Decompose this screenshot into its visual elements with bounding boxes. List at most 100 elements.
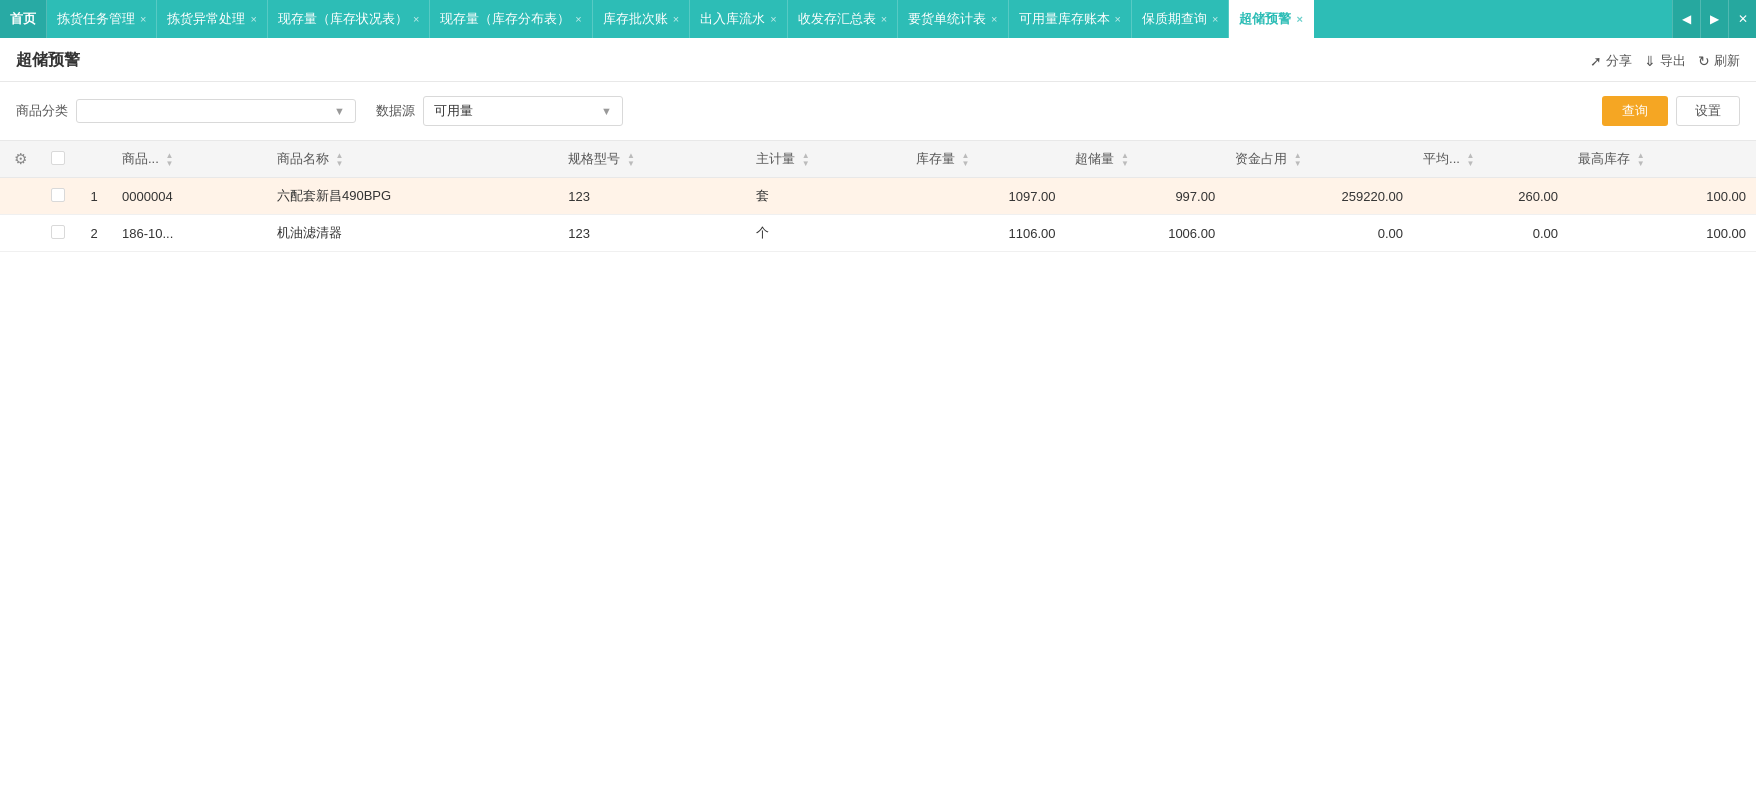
query-button[interactable]: 查询 (1602, 96, 1668, 126)
nav-tab-10[interactable]: 保质期查询 × (1132, 0, 1229, 38)
close-icon[interactable]: × (140, 13, 146, 25)
row-product-code: 0000004 (112, 178, 267, 215)
row-product-code: 186-10... (112, 215, 267, 252)
sort-icon: ▲▼ (961, 152, 969, 168)
tab-label: 可用量库存账本 (1019, 10, 1110, 28)
sort-icon: ▲▼ (1294, 152, 1302, 168)
filter-actions: 查询 设置 (1602, 96, 1740, 126)
nav-tab-1[interactable]: 拣货任务管理 × (47, 0, 157, 38)
unit-col-header[interactable]: 主计量 ▲▼ (746, 141, 906, 178)
row-stock: 1097.00 (906, 178, 1066, 215)
export-label: 导出 (1660, 52, 1686, 70)
settings-button[interactable]: 设置 (1676, 96, 1740, 126)
tab-label: 拣货异常处理 (167, 10, 245, 28)
sort-icon: ▲▼ (1121, 152, 1129, 168)
nav-next-button[interactable]: ▶ (1700, 0, 1728, 38)
row-unit: 套 (746, 178, 906, 215)
close-icon[interactable]: × (991, 13, 997, 25)
nav-tab-4[interactable]: 现存量（库存分布表） × (430, 0, 592, 38)
share-label: 分享 (1606, 52, 1632, 70)
row-capital: 259220.00 (1225, 178, 1413, 215)
table-header-row: ⚙ 商品... ▲▼ 商品名称 ▲▼ 规格型号 (0, 141, 1756, 178)
tab-label: 出入库流水 (700, 10, 765, 28)
nav-tab-3[interactable]: 现存量（库存状况表） × (268, 0, 430, 38)
nav-arrow-group: ◀ ▶ ✕ (1672, 0, 1756, 38)
sort-icon: ▲▼ (336, 152, 344, 168)
close-icon[interactable]: × (413, 13, 419, 25)
close-icon[interactable]: × (575, 13, 581, 25)
row-max-stock: 100.00 (1568, 215, 1756, 252)
select-all-checkbox[interactable] (51, 151, 65, 165)
row-index: 2 (76, 215, 112, 252)
col-label: 最高库存 (1578, 151, 1630, 166)
sort-icon: ▲▼ (627, 152, 635, 168)
close-icon[interactable]: × (673, 13, 679, 25)
sort-icon: ▲▼ (165, 152, 173, 168)
row-capital: 0.00 (1225, 215, 1413, 252)
tab-label: 现存量（库存分布表） (440, 10, 570, 28)
row-settings-cell (0, 178, 40, 215)
sort-icon: ▲▼ (802, 152, 810, 168)
nav-tab-8[interactable]: 要货单统计表 × (898, 0, 1008, 38)
col-label: 规格型号 (568, 151, 620, 166)
share-button[interactable]: ➚ 分享 (1590, 52, 1632, 70)
col-label: 商品... (122, 151, 159, 166)
datasource-select[interactable]: 可用量 ▼ (423, 96, 623, 126)
tab-label: 超储预警 (1239, 10, 1291, 28)
spec-col-header[interactable]: 规格型号 ▲▼ (558, 141, 746, 178)
row-avg: 0.00 (1413, 215, 1568, 252)
row-overstock: 997.00 (1065, 178, 1225, 215)
avg-col-header[interactable]: 平均... ▲▼ (1413, 141, 1568, 178)
overstock-col-header[interactable]: 超储量 ▲▼ (1065, 141, 1225, 178)
product-code-col-header[interactable]: 商品... ▲▼ (112, 141, 267, 178)
page-actions: ➚ 分享 ⇓ 导出 ↻ 刷新 (1590, 52, 1740, 70)
row-checkbox[interactable] (51, 225, 65, 239)
close-icon[interactable]: × (1212, 13, 1218, 25)
col-label: 主计量 (756, 151, 795, 166)
sort-icon: ▲▼ (1467, 152, 1475, 168)
data-table: ⚙ 商品... ▲▼ 商品名称 ▲▼ 规格型号 (0, 140, 1756, 252)
row-checkbox[interactable] (51, 188, 65, 202)
stock-col-header[interactable]: 库存量 ▲▼ (906, 141, 1066, 178)
nav-tab-2[interactable]: 拣货异常处理 × (157, 0, 267, 38)
settings-col-header: ⚙ (0, 141, 40, 178)
row-stock: 1106.00 (906, 215, 1066, 252)
close-icon[interactable]: × (770, 13, 776, 25)
table-row: 1 0000004 六配套新昌490BPG 123 套 1097.00 997.… (0, 178, 1756, 215)
home-label: 首页 (10, 10, 36, 28)
close-icon[interactable]: × (1296, 13, 1302, 25)
close-icon[interactable]: × (250, 13, 256, 25)
table-container: ⚙ 商品... ▲▼ 商品名称 ▲▼ 规格型号 (0, 140, 1756, 252)
max-stock-col-header[interactable]: 最高库存 ▲▼ (1568, 141, 1756, 178)
category-select[interactable]: ▼ (76, 99, 356, 123)
refresh-icon: ↻ (1698, 53, 1710, 69)
datasource-value: 可用量 (434, 102, 473, 120)
nav-tab-11-active[interactable]: 超储预警 × (1229, 0, 1313, 38)
row-overstock: 1006.00 (1065, 215, 1225, 252)
category-filter: 商品分类 ▼ (16, 99, 356, 123)
close-icon[interactable]: × (1115, 13, 1121, 25)
tab-label: 要货单统计表 (908, 10, 986, 28)
refresh-button[interactable]: ↻ 刷新 (1698, 52, 1740, 70)
nav-close-button[interactable]: ✕ (1728, 0, 1756, 38)
nav-home[interactable]: 首页 (0, 0, 47, 38)
tab-label: 拣货任务管理 (57, 10, 135, 28)
export-button[interactable]: ⇓ 导出 (1644, 52, 1686, 70)
settings-icon[interactable]: ⚙ (14, 150, 27, 167)
row-max-stock: 100.00 (1568, 178, 1756, 215)
nav-tab-7[interactable]: 收发存汇总表 × (788, 0, 898, 38)
checkbox-col-header (40, 141, 76, 178)
nav-prev-button[interactable]: ◀ (1672, 0, 1700, 38)
capital-col-header[interactable]: 资金占用 ▲▼ (1225, 141, 1413, 178)
page-content: 超储预警 ➚ 分享 ⇓ 导出 ↻ 刷新 商品分类 ▼ 数据源 (0, 38, 1756, 800)
refresh-label: 刷新 (1714, 52, 1740, 70)
product-name-col-header[interactable]: 商品名称 ▲▼ (267, 141, 558, 178)
row-spec: 123 (558, 215, 746, 252)
close-icon[interactable]: × (881, 13, 887, 25)
nav-tab-5[interactable]: 库存批次账 × (593, 0, 690, 38)
nav-tab-6[interactable]: 出入库流水 × (690, 0, 787, 38)
page-header: 超储预警 ➚ 分享 ⇓ 导出 ↻ 刷新 (0, 38, 1756, 82)
col-label: 资金占用 (1235, 151, 1287, 166)
nav-tab-9[interactable]: 可用量库存账本 × (1009, 0, 1132, 38)
category-label: 商品分类 (16, 102, 68, 120)
